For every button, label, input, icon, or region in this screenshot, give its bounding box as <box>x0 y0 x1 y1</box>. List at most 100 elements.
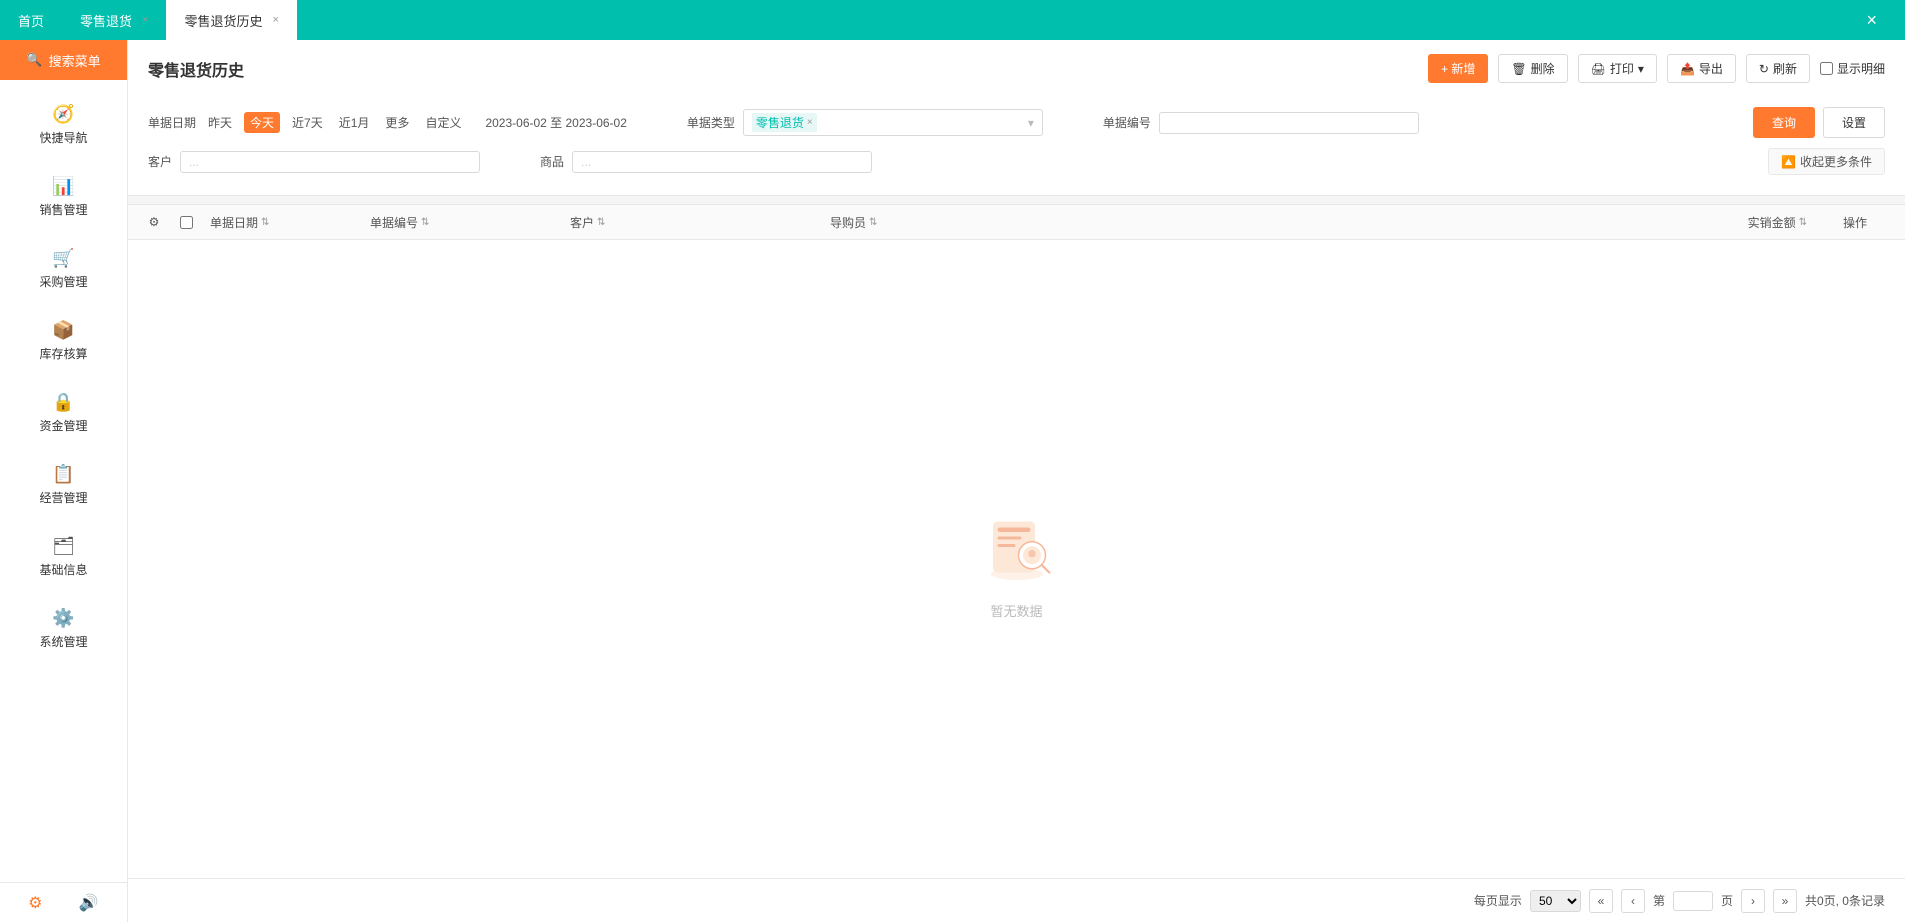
capital-icon: 🔒 <box>52 392 74 413</box>
operation-icon: 📋 <box>52 464 74 485</box>
th-no[interactable]: 单据编号 ⇅ <box>362 214 562 231</box>
empty-text: 暂无数据 <box>990 601 1042 620</box>
sidebar-item-system-mgmt[interactable]: ⚙️ 系统管理 <box>4 594 123 664</box>
first-page-button[interactable]: « <box>1589 889 1613 913</box>
print-button[interactable]: 🖨 打印 ▾ <box>1578 54 1657 83</box>
select-all-checkbox[interactable] <box>180 216 193 229</box>
system-icon: ⚙️ <box>52 608 74 629</box>
sidebar-item-operation-mgmt[interactable]: 📋 经营管理 <box>4 450 123 520</box>
table-header: ⚙ 单据日期 ⇅ 单据编号 ⇅ 客户 ⇅ 导购员 ⇅ <box>128 204 1905 240</box>
type-tag-input[interactable]: 零售退货 × ▾ <box>743 109 1043 136</box>
tab-retail-return[interactable]: 零售退货 × <box>62 0 166 40</box>
show-detail-wrap: 显示明细 <box>1820 60 1885 77</box>
th-customer[interactable]: 客户 ⇅ <box>562 214 822 231</box>
delete-icon: 🗑 <box>1511 62 1526 76</box>
sidebar-item-quick-nav[interactable]: 🧭 快捷导航 <box>4 90 123 160</box>
page-header-top: 零售退货历史 + 新增 🗑 删除 🖨 打印 ▾ 📤 导出 <box>148 54 1885 83</box>
content-area: 零售退货历史 + 新增 🗑 删除 🖨 打印 ▾ 📤 导出 <box>128 40 1905 922</box>
top-bar: 首页 零售退货 × 零售退货历史 × × <box>0 0 1905 40</box>
sort-amount-icon: ⇅ <box>1799 217 1807 228</box>
tab-list: 首页 零售退货 × 零售退货历史 × <box>0 0 1858 40</box>
close-retail-return-history-tab[interactable]: × <box>272 14 278 26</box>
th-guide[interactable]: 导购员 ⇅ <box>822 214 982 231</box>
export-button[interactable]: 📤 导出 <box>1667 54 1736 83</box>
date-filter: 昨天 今天 近7天 近1月 更多 自定义 <box>204 112 465 133</box>
query-button[interactable]: 查询 <box>1753 107 1815 138</box>
page-size-select[interactable]: 50 100 200 <box>1530 890 1581 912</box>
basic-info-icon: 🗂 <box>52 536 75 557</box>
th-date[interactable]: 单据日期 ⇅ <box>202 214 362 231</box>
filter-row-1: 单据日期 昨天 今天 近7天 近1月 更多 自定义 2023-06-02 至 2… <box>148 107 1885 138</box>
tab-home[interactable]: 首页 <box>0 0 62 40</box>
sidebar-item-sales-mgmt[interactable]: 📊 销售管理 <box>4 162 123 232</box>
type-dropdown-arrow[interactable]: ▾ <box>1028 116 1034 130</box>
sidebar-item-purchase-mgmt[interactable]: 🛒 采购管理 <box>4 234 123 304</box>
filter-row-2: 客户 ... 商品 ... 🔼 收起更多条件 <box>148 148 1885 175</box>
new-button[interactable]: + 新增 <box>1428 54 1488 83</box>
print-dropdown-icon: ▾ <box>1638 62 1644 76</box>
empty-state: 暂无数据 <box>128 240 1905 878</box>
sidebar-item-basic-info[interactable]: 🗂 基础信息 <box>4 522 123 592</box>
date-1month[interactable]: 近1月 <box>335 112 374 133</box>
delete-button[interactable]: 🗑 删除 <box>1498 54 1567 83</box>
page-header: 零售退货历史 + 新增 🗑 删除 🖨 打印 ▾ 📤 导出 <box>128 40 1905 196</box>
table-checkbox-all[interactable] <box>170 216 202 229</box>
th-amount[interactable]: 实销金额 ⇅ <box>1695 214 1815 231</box>
pagination-bar: 每页显示 50 100 200 « ‹ 第 1 页 › » 共0页, 0条记录 <box>128 878 1905 922</box>
tab-retail-return-history[interactable]: 零售退货历史 × <box>166 0 296 40</box>
print-icon: 🖨 <box>1591 62 1606 76</box>
search-menu-button[interactable]: 🔍 搜索菜单 <box>0 40 127 80</box>
type-tag-close[interactable]: × <box>807 117 813 128</box>
setting-button[interactable]: 设置 <box>1823 107 1885 138</box>
top-bar-right: × <box>1858 6 1905 35</box>
sort-date-icon: ⇅ <box>261 217 269 228</box>
window-close-button[interactable]: × <box>1858 6 1885 35</box>
filter-no: 单据编号 <box>1103 112 1419 134</box>
sidebar-bottom: ⚙ 🔊 <box>0 882 127 922</box>
sort-guide-icon: ⇅ <box>869 217 877 228</box>
empty-illustration <box>972 499 1062 589</box>
date-custom[interactable]: 自定义 <box>421 112 465 133</box>
table-settings-icon[interactable]: ⚙ <box>138 215 170 229</box>
date-today[interactable]: 今天 <box>244 112 280 133</box>
filter-date: 单据日期 昨天 今天 近7天 近1月 更多 自定义 <box>148 112 465 133</box>
sidebar: 🔍 搜索菜单 🧭 快捷导航 📊 销售管理 🛒 采购管理 📦 库存核算 🔒 <box>0 40 128 922</box>
filter-customer: 客户 ... <box>148 151 480 173</box>
customer-input[interactable]: ... <box>180 151 480 173</box>
page-title: 零售退货历史 <box>148 57 244 81</box>
filter-date-range-display: 2023-06-02 至 2023-06-02 <box>485 114 626 131</box>
refresh-button[interactable]: ↻ 刷新 <box>1746 54 1810 83</box>
export-icon: 📤 <box>1680 62 1695 76</box>
date-yesterday[interactable]: 昨天 <box>204 112 236 133</box>
collapse-button[interactable]: 🔼 收起更多条件 <box>1768 148 1885 175</box>
search-icon: 🔍 <box>26 52 42 68</box>
prev-page-button[interactable]: ‹ <box>1621 889 1645 913</box>
volume-bottom-icon[interactable]: 🔊 <box>79 893 99 913</box>
date-7days[interactable]: 近7天 <box>288 112 327 133</box>
no-input[interactable] <box>1159 112 1419 134</box>
show-detail-checkbox[interactable] <box>1820 62 1833 75</box>
sort-no-icon: ⇅ <box>421 217 429 228</box>
last-page-button[interactable]: » <box>1773 889 1797 913</box>
goods-input[interactable]: ... <box>572 151 872 173</box>
sales-icon: 📊 <box>52 176 74 197</box>
inventory-icon: 📦 <box>52 320 74 341</box>
quick-nav-icon: 🧭 <box>52 104 74 125</box>
table-area: ⚙ 单据日期 ⇅ 单据编号 ⇅ 客户 ⇅ 导购员 ⇅ <box>128 204 1905 878</box>
filter-goods: 商品 ... <box>540 151 872 173</box>
sort-customer-icon: ⇅ <box>597 217 605 228</box>
sidebar-item-capital-mgmt[interactable]: 🔒 资金管理 <box>4 378 123 448</box>
page-input[interactable]: 1 <box>1673 891 1713 911</box>
purchase-icon: 🛒 <box>52 248 74 269</box>
collapse-icon: 🔼 <box>1781 155 1796 169</box>
date-more[interactable]: 更多 <box>381 112 413 133</box>
filter-type: 单据类型 零售退货 × ▾ <box>687 109 1043 136</box>
settings-bottom-icon[interactable]: ⚙ <box>28 893 42 913</box>
refresh-icon: ↻ <box>1759 62 1769 76</box>
next-page-button[interactable]: › <box>1741 889 1765 913</box>
main-layout: 🔍 搜索菜单 🧭 快捷导航 📊 销售管理 🛒 采购管理 📦 库存核算 🔒 <box>0 40 1905 922</box>
close-retail-return-tab[interactable]: × <box>142 14 148 26</box>
type-tag: 零售退货 × <box>752 113 817 132</box>
sidebar-item-inventory-check[interactable]: 📦 库存核算 <box>4 306 123 376</box>
filter-area: 单据日期 昨天 今天 近7天 近1月 更多 自定义 2023-06-02 至 2… <box>148 97 1885 195</box>
